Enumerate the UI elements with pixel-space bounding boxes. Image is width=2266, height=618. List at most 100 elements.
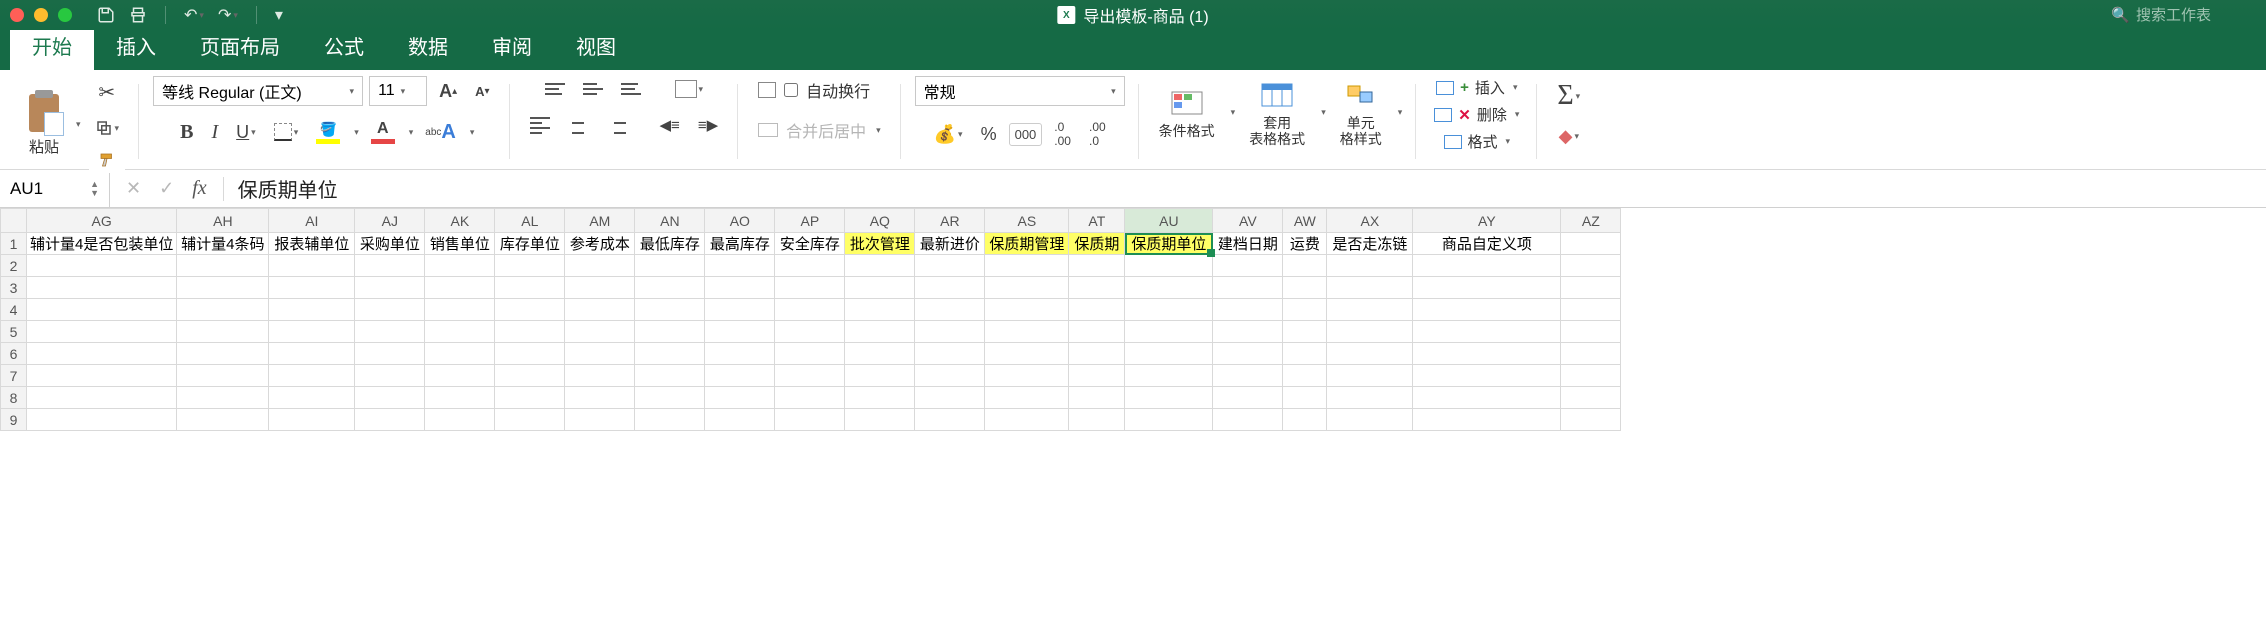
cell-AZ4[interactable] [1561, 299, 1621, 321]
cell-AR2[interactable] [915, 255, 985, 277]
accounting-format-button[interactable]: 💰▾ [928, 120, 969, 149]
cell-AO4[interactable] [705, 299, 775, 321]
cell-AH2[interactable] [177, 255, 269, 277]
cell-AG3[interactable] [27, 277, 177, 299]
align-left-button[interactable] [524, 113, 556, 138]
cell-AV8[interactable] [1213, 387, 1283, 409]
col-header-AT[interactable]: AT [1069, 209, 1125, 233]
cell-AP3[interactable] [775, 277, 845, 299]
cell-AJ2[interactable] [355, 255, 425, 277]
cell-AO6[interactable] [705, 343, 775, 365]
cell-AS1[interactable]: 保质期管理 [985, 233, 1069, 255]
cell-AH8[interactable] [177, 387, 269, 409]
redo-button[interactable]: ↷ ▾ [218, 5, 238, 25]
cell-AY9[interactable] [1413, 409, 1561, 431]
row-header-4[interactable]: 4 [1, 299, 27, 321]
cell-AW5[interactable] [1283, 321, 1327, 343]
cell-AJ1[interactable]: 采购单位 [355, 233, 425, 255]
decrease-decimal-button[interactable]: .00.0 [1083, 116, 1112, 152]
cell-AH3[interactable] [177, 277, 269, 299]
col-header-AW[interactable]: AW [1283, 209, 1327, 233]
cell-AS3[interactable] [985, 277, 1069, 299]
bold-button[interactable]: B [174, 117, 199, 148]
cell-AR5[interactable] [915, 321, 985, 343]
cell-AV3[interactable] [1213, 277, 1283, 299]
cell-AI5[interactable] [269, 321, 355, 343]
col-header-AO[interactable]: AO [705, 209, 775, 233]
row-header-7[interactable]: 7 [1, 365, 27, 387]
cell-AN9[interactable] [635, 409, 705, 431]
number-format-dropdown[interactable]: 常规▾ [915, 76, 1125, 106]
increase-decimal-button[interactable]: .0.00 [1048, 116, 1077, 152]
cell-AU2[interactable] [1125, 255, 1213, 277]
col-header-AG[interactable]: AG [27, 209, 177, 233]
cell-AG9[interactable] [27, 409, 177, 431]
cell-AY7[interactable] [1413, 365, 1561, 387]
cell-AR6[interactable] [915, 343, 985, 365]
cell-AQ1[interactable]: 批次管理 [845, 233, 915, 255]
align-middle-button[interactable] [577, 79, 609, 99]
cell-AT2[interactable] [1069, 255, 1125, 277]
cell-AK9[interactable] [425, 409, 495, 431]
cell-AO2[interactable] [705, 255, 775, 277]
col-header-AK[interactable]: AK [425, 209, 495, 233]
cell-AU9[interactable] [1125, 409, 1213, 431]
select-all-corner[interactable] [1, 209, 27, 233]
orientation-button[interactable]: ▾ [669, 76, 710, 102]
cell-AU1[interactable]: 保质期单位 [1125, 233, 1213, 255]
cell-AW2[interactable] [1283, 255, 1327, 277]
cell-AN6[interactable] [635, 343, 705, 365]
col-header-AI[interactable]: AI [269, 209, 355, 233]
cell-AN1[interactable]: 最低库存 [635, 233, 705, 255]
tab-审阅[interactable]: 审阅 [470, 23, 554, 70]
decrease-font-button[interactable]: A▾ [469, 80, 495, 103]
tab-页面布局[interactable]: 页面布局 [178, 23, 302, 70]
col-header-AH[interactable]: AH [177, 209, 269, 233]
cell-AI3[interactable] [269, 277, 355, 299]
cell-AX6[interactable] [1327, 343, 1413, 365]
cell-AS2[interactable] [985, 255, 1069, 277]
cell-AI2[interactable] [269, 255, 355, 277]
cell-AW7[interactable] [1283, 365, 1327, 387]
cell-AI1[interactable]: 报表辅单位 [269, 233, 355, 255]
cell-AL4[interactable] [495, 299, 565, 321]
cell-AI6[interactable] [269, 343, 355, 365]
name-box[interactable]: AU1 ▲▼ [0, 170, 110, 207]
col-header-AZ[interactable]: AZ [1561, 209, 1621, 233]
align-right-button[interactable] [600, 113, 632, 138]
increase-indent-button[interactable]: ≡▶ [692, 112, 724, 138]
cell-AO5[interactable] [705, 321, 775, 343]
cell-AY6[interactable] [1413, 343, 1561, 365]
cell-AM1[interactable]: 参考成本 [565, 233, 635, 255]
cell-AT4[interactable] [1069, 299, 1125, 321]
font-name-dropdown[interactable]: 等线 Regular (正文)▾ [153, 76, 363, 106]
format-as-table-button[interactable]: 套用 表格格式 [1243, 76, 1311, 149]
cell-AR3[interactable] [915, 277, 985, 299]
cell-AO9[interactable] [705, 409, 775, 431]
cell-AY4[interactable] [1413, 299, 1561, 321]
cell-AZ9[interactable] [1561, 409, 1621, 431]
increase-font-button[interactable]: A▴ [433, 77, 463, 106]
col-header-AQ[interactable]: AQ [845, 209, 915, 233]
formula-content[interactable]: 保质期单位 [224, 174, 2266, 203]
cell-AL7[interactable] [495, 365, 565, 387]
cell-AS8[interactable] [985, 387, 1069, 409]
paste-button[interactable]: 粘贴 [22, 90, 66, 159]
cell-AQ9[interactable] [845, 409, 915, 431]
cell-AH7[interactable] [177, 365, 269, 387]
cell-AR9[interactable] [915, 409, 985, 431]
cell-AS5[interactable] [985, 321, 1069, 343]
cell-AS7[interactable] [985, 365, 1069, 387]
cell-AX5[interactable] [1327, 321, 1413, 343]
cell-AJ8[interactable] [355, 387, 425, 409]
cell-AX2[interactable] [1327, 255, 1413, 277]
cell-AU6[interactable] [1125, 343, 1213, 365]
col-header-AM[interactable]: AM [565, 209, 635, 233]
row-header-1[interactable]: 1 [1, 233, 27, 255]
cell-AJ9[interactable] [355, 409, 425, 431]
tab-视图[interactable]: 视图 [554, 23, 638, 70]
cell-AI9[interactable] [269, 409, 355, 431]
cell-AR7[interactable] [915, 365, 985, 387]
cell-AP9[interactable] [775, 409, 845, 431]
tab-数据[interactable]: 数据 [386, 23, 470, 70]
